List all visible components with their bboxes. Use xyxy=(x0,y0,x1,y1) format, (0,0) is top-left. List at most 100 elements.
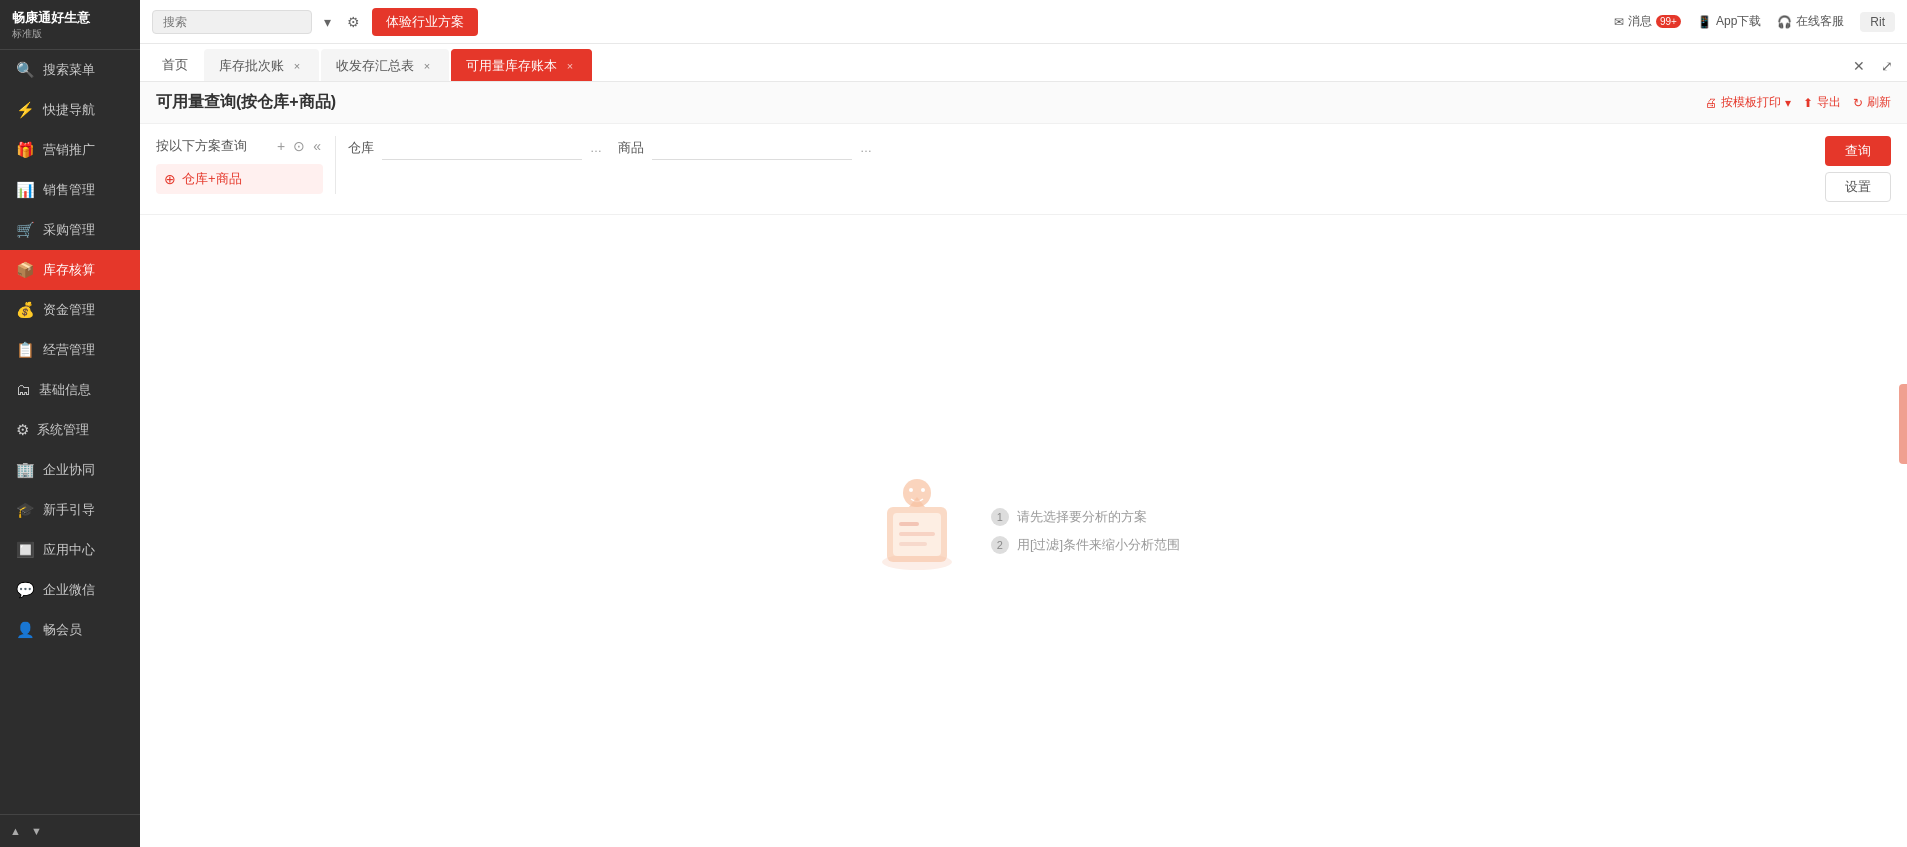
topbar-right: ✉ 消息 99+ 📱 App下载 🎧 在线客服 Rit xyxy=(1614,12,1895,32)
tab-close-window-btn[interactable]: ✕ xyxy=(1847,55,1871,77)
sidebar-item-basic[interactable]: 🗂 基础信息 xyxy=(0,370,140,410)
folder-icon: 🗂 xyxy=(16,381,31,398)
tab-receive-summary[interactable]: 收发存汇总表 × xyxy=(321,49,449,81)
scheme-item-warehouse-goods[interactable]: ⊕ 仓库+商品 xyxy=(156,164,323,194)
sidebar-item-purchase[interactable]: 🛒 采购管理 xyxy=(0,210,140,250)
message-badge: 99+ xyxy=(1656,15,1681,28)
sidebar-item-search[interactable]: 🔍 搜索菜单 xyxy=(0,50,140,90)
print-button[interactable]: 🖨 按模板打印 ▾ xyxy=(1705,94,1791,111)
sidebar-edition: 标准版 xyxy=(12,27,128,41)
sidebar-item-label: 企业微信 xyxy=(43,581,95,599)
sidebar-footer: ▲ ▼ xyxy=(0,814,140,847)
filter-field-warehouse: 仓库 … xyxy=(348,136,602,160)
sidebar-item-label: 搜索菜单 xyxy=(43,61,95,79)
sidebar-item-finance[interactable]: 💰 资金管理 xyxy=(0,290,140,330)
svg-rect-4 xyxy=(899,532,935,536)
sidebar-item-label: 资金管理 xyxy=(43,301,95,319)
empty-illustration xyxy=(867,467,967,596)
warehouse-more-btn[interactable]: … xyxy=(590,141,602,155)
topbar-search-input[interactable] xyxy=(152,10,312,34)
refresh-icon: ↻ xyxy=(1853,96,1863,110)
sidebar-item-wechat[interactable]: 💬 企业微信 xyxy=(0,570,140,610)
sidebar-item-sales[interactable]: 📊 销售管理 xyxy=(0,170,140,210)
sidebar-item-inventory[interactable]: 📦 库存核算 xyxy=(0,250,140,290)
topbar-service[interactable]: 🎧 在线客服 xyxy=(1777,13,1844,30)
sidebar-item-operation[interactable]: 📋 经营管理 xyxy=(0,330,140,370)
filter-field-goods: 商品 … xyxy=(618,136,872,160)
export-button[interactable]: ⬆ 导出 xyxy=(1803,94,1841,111)
empty-hints: 1 请先选择要分析的方案 2 用[过滤]条件来缩小分析范围 xyxy=(991,508,1180,554)
filter-actions: 查询 设置 xyxy=(1809,136,1891,202)
page-header: 可用量查询(按仓库+商品) 🖨 按模板打印 ▾ ⬆ 导出 ↻ 刷新 xyxy=(140,82,1907,124)
app-download-label: App下载 xyxy=(1716,13,1761,30)
tab-batch-account[interactable]: 库存批次账 × xyxy=(204,49,319,81)
goods-input[interactable] xyxy=(652,136,852,160)
refresh-button[interactable]: ↻ 刷新 xyxy=(1853,94,1891,111)
cart-icon: 🛒 xyxy=(16,221,35,239)
tab-home[interactable]: 首页 xyxy=(148,49,202,81)
tab-resize-btn[interactable]: ⤢ xyxy=(1875,55,1899,77)
sidebar-item-label: 基础信息 xyxy=(39,381,91,399)
goods-more-btn[interactable]: … xyxy=(860,141,872,155)
tabs-bar: 首页 库存批次账 × 收发存汇总表 × 可用量库存账本 × ✕ ⤢ xyxy=(140,44,1907,82)
tab-available-ledger[interactable]: 可用量库存账本 × xyxy=(451,49,592,81)
settings-button[interactable]: 设置 xyxy=(1825,172,1891,202)
tab-close-available-ledger[interactable]: × xyxy=(563,59,577,73)
sidebar-item-system[interactable]: ⚙ 系统管理 xyxy=(0,410,140,450)
clipboard-icon: 📋 xyxy=(16,341,35,359)
topbar-user[interactable]: Rit xyxy=(1860,12,1895,32)
scheme-collapse-btn[interactable]: « xyxy=(311,136,323,156)
member-icon: 👤 xyxy=(16,621,35,639)
tab-close-receive-summary[interactable]: × xyxy=(420,59,434,73)
page-title: 可用量查询(按仓库+商品) xyxy=(156,92,336,113)
topbar: ▾ ⚙ 体验行业方案 ✉ 消息 99+ 📱 App下载 🎧 在线客服 Rit xyxy=(140,0,1907,44)
topbar-dropdown-btn[interactable]: ▾ xyxy=(320,10,335,34)
service-label: 在线客服 xyxy=(1796,13,1844,30)
right-scroll-hint[interactable] xyxy=(1899,384,1907,464)
sidebar-scroll: 🔍 搜索菜单 ⚡ 快捷导航 🎁 营销推广 📊 销售管理 🛒 采购管理 📦 库存核… xyxy=(0,50,140,814)
sidebar-item-label: 销售管理 xyxy=(43,181,95,199)
gift-icon: 🎁 xyxy=(16,141,35,159)
hint-number-2: 2 xyxy=(991,536,1009,554)
empty-hint-1: 1 请先选择要分析的方案 xyxy=(991,508,1180,526)
search-icon: 🔍 xyxy=(16,61,35,79)
scheme-add-btn[interactable]: + xyxy=(275,136,287,156)
tabs-right-actions: ✕ ⤢ xyxy=(1847,55,1899,81)
apps-icon: 🔲 xyxy=(16,541,35,559)
scheme-settings-btn[interactable]: ⊙ xyxy=(291,136,307,156)
box-icon: 📦 xyxy=(16,261,35,279)
gear-icon: ⚙ xyxy=(16,421,29,439)
phone-icon: 📱 xyxy=(1697,15,1712,29)
svg-point-7 xyxy=(909,488,913,492)
sidebar-item-marketing[interactable]: 🎁 营销推广 xyxy=(0,130,140,170)
sidebar-item-label: 畅会员 xyxy=(43,621,82,639)
query-button[interactable]: 查询 xyxy=(1825,136,1891,166)
sidebar-item-apps[interactable]: 🔲 应用中心 xyxy=(0,530,140,570)
sidebar-item-label: 新手引导 xyxy=(43,501,95,519)
print-dropdown-icon: ▾ xyxy=(1785,96,1791,110)
warehouse-input[interactable] xyxy=(382,136,582,160)
scroll-down-icon[interactable]: ▼ xyxy=(31,825,42,837)
scroll-up-icon[interactable]: ▲ xyxy=(10,825,21,837)
svg-rect-3 xyxy=(899,522,919,526)
building-icon: 🏢 xyxy=(16,461,35,479)
graduate-icon: 🎓 xyxy=(16,501,35,519)
sidebar-item-shortcut[interactable]: ⚡ 快捷导航 xyxy=(0,90,140,130)
filter-fields: 仓库 … 商品 … xyxy=(348,136,1797,160)
sidebar-item-member[interactable]: 👤 畅会员 xyxy=(0,610,140,650)
filter-area: 按以下方案查询 + ⊙ « ⊕ 仓库+商品 仓库 … xyxy=(140,124,1907,215)
sidebar-item-label: 经营管理 xyxy=(43,341,95,359)
topbar-app-download[interactable]: 📱 App下载 xyxy=(1697,13,1761,30)
scheme-actions: + ⊙ « xyxy=(275,136,323,156)
sidebar-item-enterprise[interactable]: 🏢 企业协同 xyxy=(0,450,140,490)
sidebar-item-label: 库存核算 xyxy=(43,261,95,279)
sidebar-item-label: 企业协同 xyxy=(43,461,95,479)
topbar-industry-button[interactable]: 体验行业方案 xyxy=(372,8,478,36)
tab-close-batch-account[interactable]: × xyxy=(290,59,304,73)
goods-label: 商品 xyxy=(618,139,644,157)
sidebar-item-newbie[interactable]: 🎓 新手引导 xyxy=(0,490,140,530)
topbar-gear-btn[interactable]: ⚙ xyxy=(343,10,364,34)
sidebar-item-label: 快捷导航 xyxy=(43,101,95,119)
topbar-message[interactable]: ✉ 消息 99+ xyxy=(1614,13,1681,30)
filter-scheme-panel: 按以下方案查询 + ⊙ « ⊕ 仓库+商品 xyxy=(156,136,336,194)
